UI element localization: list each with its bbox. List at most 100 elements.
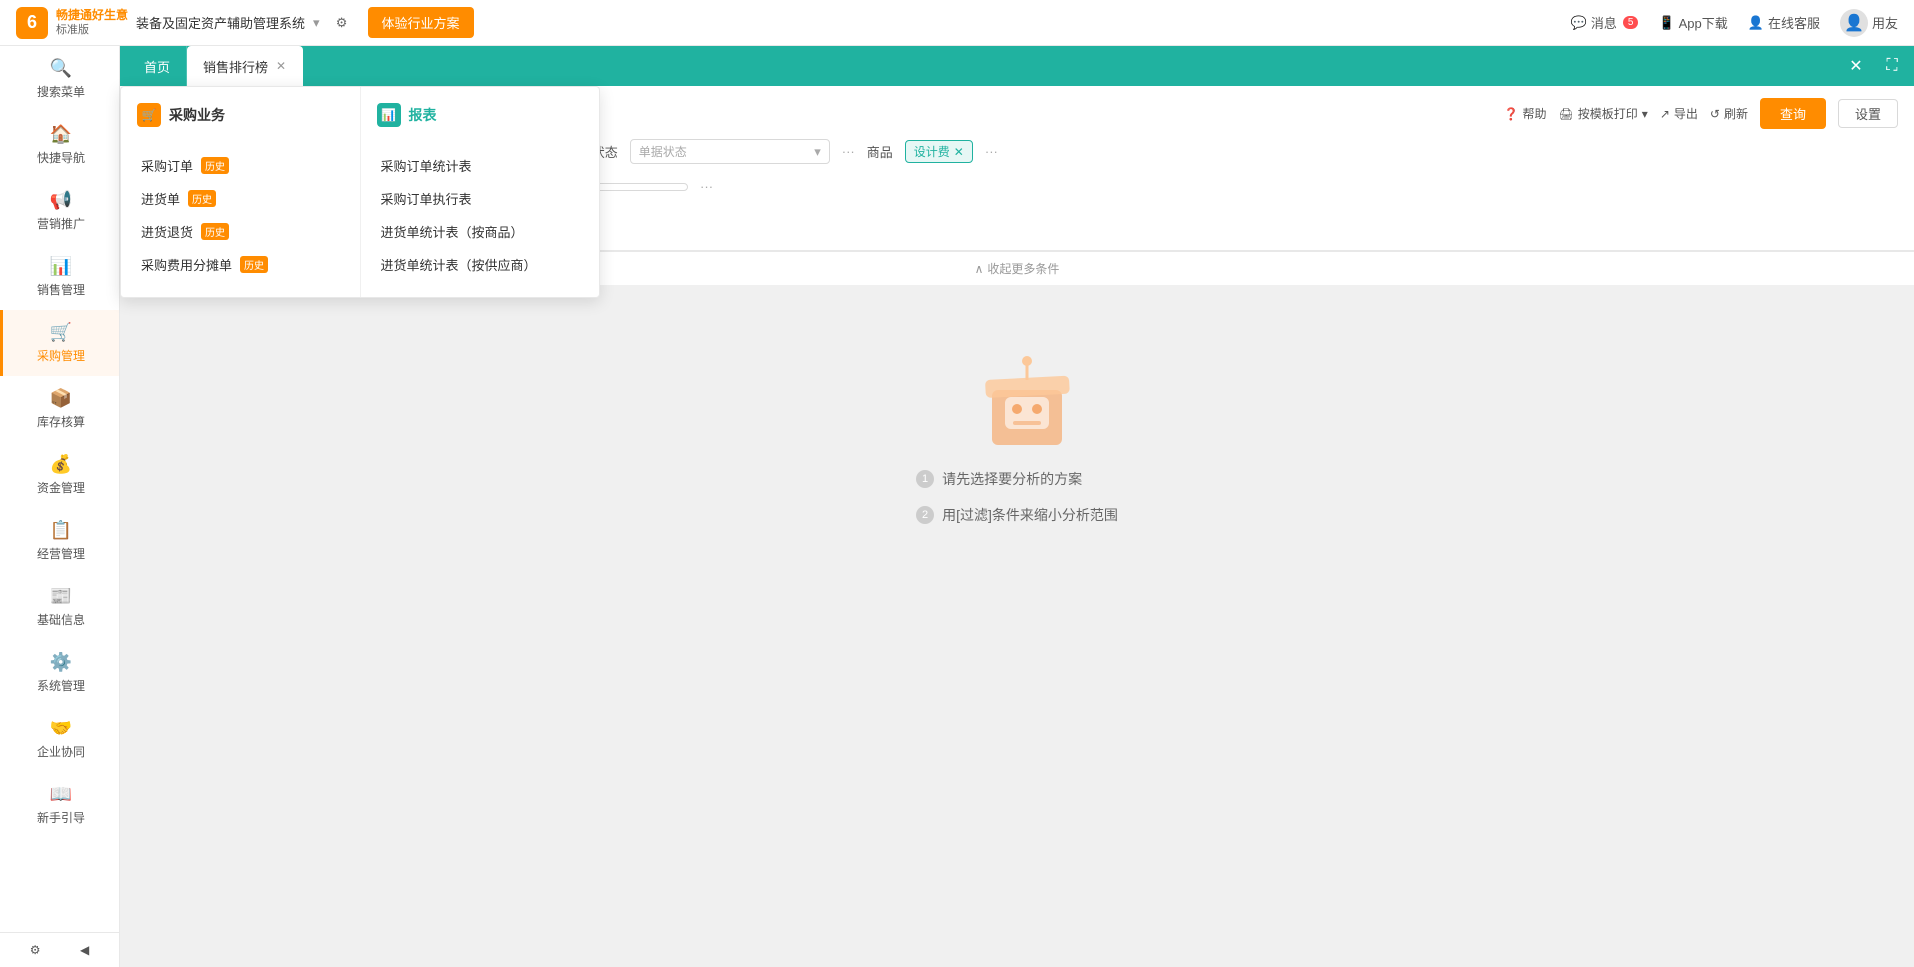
template-print-button[interactable]: 🖨 按模板打印 ▾ bbox=[1559, 105, 1648, 122]
purchase-item-2[interactable]: 进货退货历史 bbox=[137, 215, 344, 248]
step2-num: 2 bbox=[916, 506, 934, 524]
purchase-item-label-1: 进货单 bbox=[141, 189, 180, 208]
finance-icon: 💰 bbox=[50, 454, 72, 475]
sidebar-item-guide[interactable]: 📖 新手引导 bbox=[0, 772, 119, 838]
sidebar-item-search[interactable]: 🔍搜索菜单 bbox=[0, 46, 119, 112]
tab-home[interactable]: 首页 bbox=[128, 46, 187, 86]
salesman-more-dots[interactable]: ··· bbox=[700, 179, 713, 194]
purchase-col: 🛒 采购业务 采购订单历史进货单历史进货退货历史采购费用分摊单历史 bbox=[121, 87, 360, 297]
purchase-item-label-3: 采购费用分摊单 bbox=[141, 255, 232, 274]
status-input-wrapper[interactable]: 单据状态 ▾ bbox=[630, 139, 830, 164]
sidebar-label-quick: 快捷导航 bbox=[37, 149, 85, 166]
report-col: 📊 报表 采购订单统计表采购订单执行表进货单统计表（按商品） 进货单统计表（按供应… bbox=[360, 87, 600, 297]
print-chevron-icon: ▾ bbox=[1642, 107, 1648, 121]
sidebar-label-base: 基础信息 bbox=[37, 611, 85, 628]
goods-tag: 设计费 ✕ bbox=[905, 140, 973, 163]
goods-label: 商品 bbox=[867, 142, 893, 161]
message-badge: 5 bbox=[1623, 16, 1639, 29]
system-icon: ⚙️ bbox=[50, 652, 72, 673]
purchase-item-0[interactable]: 采购订单历史 bbox=[137, 149, 344, 182]
empty-step1: 1 请先选择要分析的方案 bbox=[916, 465, 1118, 493]
purchase-item-1[interactable]: 进货单历史 bbox=[137, 182, 344, 215]
report-item-0[interactable]: 采购订单统计表 bbox=[377, 149, 584, 182]
status-placeholder: 单据状态 bbox=[639, 143, 687, 160]
avatar: 👤 bbox=[1840, 9, 1868, 37]
query-button[interactable]: 查询 bbox=[1760, 98, 1826, 129]
top-bar-right: 💬 消息 5 📱 App下载 👤 在线客服 👤 用友 bbox=[1571, 9, 1898, 37]
settings-icon[interactable]: ⚙ bbox=[328, 9, 356, 37]
app-download-button[interactable]: 📱 App下载 bbox=[1658, 13, 1727, 32]
purchase-item-3[interactable]: 采购费用分摊单历史 bbox=[137, 248, 344, 281]
goods-tag-remove[interactable]: ✕ bbox=[954, 145, 964, 159]
tab-sales-rank[interactable]: 销售排行榜 ✕ bbox=[187, 46, 303, 86]
help-icon: ❓ bbox=[1504, 107, 1519, 121]
sidebar-item-finance[interactable]: 💰资金管理 bbox=[0, 442, 119, 508]
empty-icon bbox=[967, 345, 1067, 445]
sidebar-item-marketing[interactable]: 📢 营销推广 bbox=[0, 178, 119, 244]
history-tag-1: 历史 bbox=[188, 190, 216, 207]
refresh-button[interactable]: ↺ 刷新 bbox=[1710, 105, 1748, 122]
sidebar-item-base[interactable]: 📰基础信息 bbox=[0, 574, 119, 640]
report-item-2[interactable]: 进货单统计表（按商品） bbox=[377, 215, 584, 248]
tab-label-home: 首页 bbox=[144, 57, 170, 76]
guide-icon: 📖 bbox=[50, 784, 72, 805]
sidebar-item-operations[interactable]: 📋经营管理 bbox=[0, 508, 119, 574]
sidebar-settings[interactable]: ⚙ bbox=[30, 943, 41, 957]
report-col-title: 📊 报表 bbox=[377, 103, 584, 135]
sidebar-label-marketing: 营销推广 bbox=[37, 215, 85, 232]
print-icon: 🖨 bbox=[1559, 107, 1574, 121]
close-tab-button[interactable]: ✕ bbox=[1842, 52, 1870, 80]
message-button[interactable]: 💬 消息 5 bbox=[1571, 13, 1639, 32]
system-title: 装备及固定资产辅助管理系统 ▾ bbox=[136, 13, 320, 32]
purchase-col-title: 🛒 采购业务 bbox=[137, 103, 344, 135]
sidebar-label-inventory: 库存核算 bbox=[37, 413, 85, 430]
report-item-label-3: 进货单统计表（按供应商） bbox=[381, 255, 537, 274]
sidebar-label-guide: 新手引导 bbox=[37, 809, 85, 826]
status-chevron-icon: ▾ bbox=[814, 144, 821, 160]
report-item-1[interactable]: 采购订单执行表 bbox=[377, 182, 584, 215]
sidebar-label-sales: 销售管理 bbox=[37, 281, 85, 298]
tab-label-sales-rank: 销售排行榜 bbox=[203, 57, 268, 76]
report-item-label-1: 采购订单执行表 bbox=[381, 189, 472, 208]
sidebar-item-quick[interactable]: 🏠 快捷导航 bbox=[0, 112, 119, 178]
user-button[interactable]: 👤 用友 bbox=[1840, 9, 1898, 37]
collab-icon: 🤝 bbox=[50, 718, 72, 739]
sidebar-collapse[interactable]: ◀ bbox=[80, 943, 89, 957]
sidebar-label-search: 搜索菜单 bbox=[37, 83, 85, 100]
top-bar: 6 畅捷通好生意 标准版 装备及固定资产辅助管理系统 ▾ ⚙ 体验行业方案 💬 … bbox=[0, 0, 1914, 46]
purchase-icon: 🛒 bbox=[50, 322, 72, 343]
maximize-button[interactable]: ⛶ bbox=[1878, 52, 1906, 80]
goods-more-dots[interactable]: ··· bbox=[985, 144, 998, 159]
help-button[interactable]: ❓ 帮助 bbox=[1504, 105, 1547, 122]
tab-bar-actions: ✕ ⛶ bbox=[1842, 52, 1906, 80]
report-col-icon: 📊 bbox=[377, 103, 401, 127]
empty-text: 1 请先选择要分析的方案 2 用[过滤]条件来缩小分析范围 bbox=[916, 465, 1118, 529]
quick-icon: 🏠 bbox=[50, 124, 72, 145]
sidebar-label-collab: 企业协同 bbox=[37, 743, 85, 760]
marketing-icon: 📢 bbox=[50, 190, 72, 211]
report-item-label-0: 采购订单统计表 bbox=[381, 156, 472, 175]
sidebar-label-system: 系统管理 bbox=[37, 677, 85, 694]
sidebar-label-purchase: 采购管理 bbox=[37, 347, 85, 364]
service-icon: 👤 bbox=[1748, 15, 1764, 31]
sidebar-item-sales[interactable]: 📊 销售管理 bbox=[0, 244, 119, 310]
sidebar-item-collab[interactable]: 🤝 企业协同 bbox=[0, 706, 119, 772]
collapse-icon: ∧ bbox=[975, 262, 984, 276]
empty-step2: 2 用[过滤]条件来缩小分析范围 bbox=[916, 501, 1118, 529]
chevron-down-icon[interactable]: ▾ bbox=[313, 15, 320, 31]
sidebar-bottom: ⚙ ◀ bbox=[0, 932, 119, 967]
history-tag-3: 历史 bbox=[240, 256, 268, 273]
export-button[interactable]: ↗ 导出 bbox=[1660, 105, 1698, 122]
sidebar-item-system[interactable]: ⚙️ 系统管理 bbox=[0, 640, 119, 706]
sidebar: 🔍搜索菜单 🏠 快捷导航 📢 营销推广 📊 销售管理 🛒 采购管理 📦库存核算💰资金管理📋经营管理… bbox=[0, 46, 120, 967]
set-button[interactable]: 设置 bbox=[1838, 99, 1898, 128]
online-service-button[interactable]: 👤 在线客服 bbox=[1748, 13, 1820, 32]
industry-button[interactable]: 体验行业方案 bbox=[368, 7, 474, 38]
operations-icon: 📋 bbox=[50, 520, 72, 541]
sidebar-item-purchase[interactable]: 🛒 采购管理 bbox=[0, 310, 119, 376]
status-more-dots[interactable]: ··· bbox=[842, 144, 855, 159]
tab-close-sales-rank[interactable]: ✕ bbox=[276, 59, 286, 73]
sales-icon: 📊 bbox=[50, 256, 72, 277]
sidebar-item-inventory[interactable]: 📦库存核算 bbox=[0, 376, 119, 442]
report-item-3[interactable]: 进货单统计表（按供应商） bbox=[377, 248, 584, 281]
